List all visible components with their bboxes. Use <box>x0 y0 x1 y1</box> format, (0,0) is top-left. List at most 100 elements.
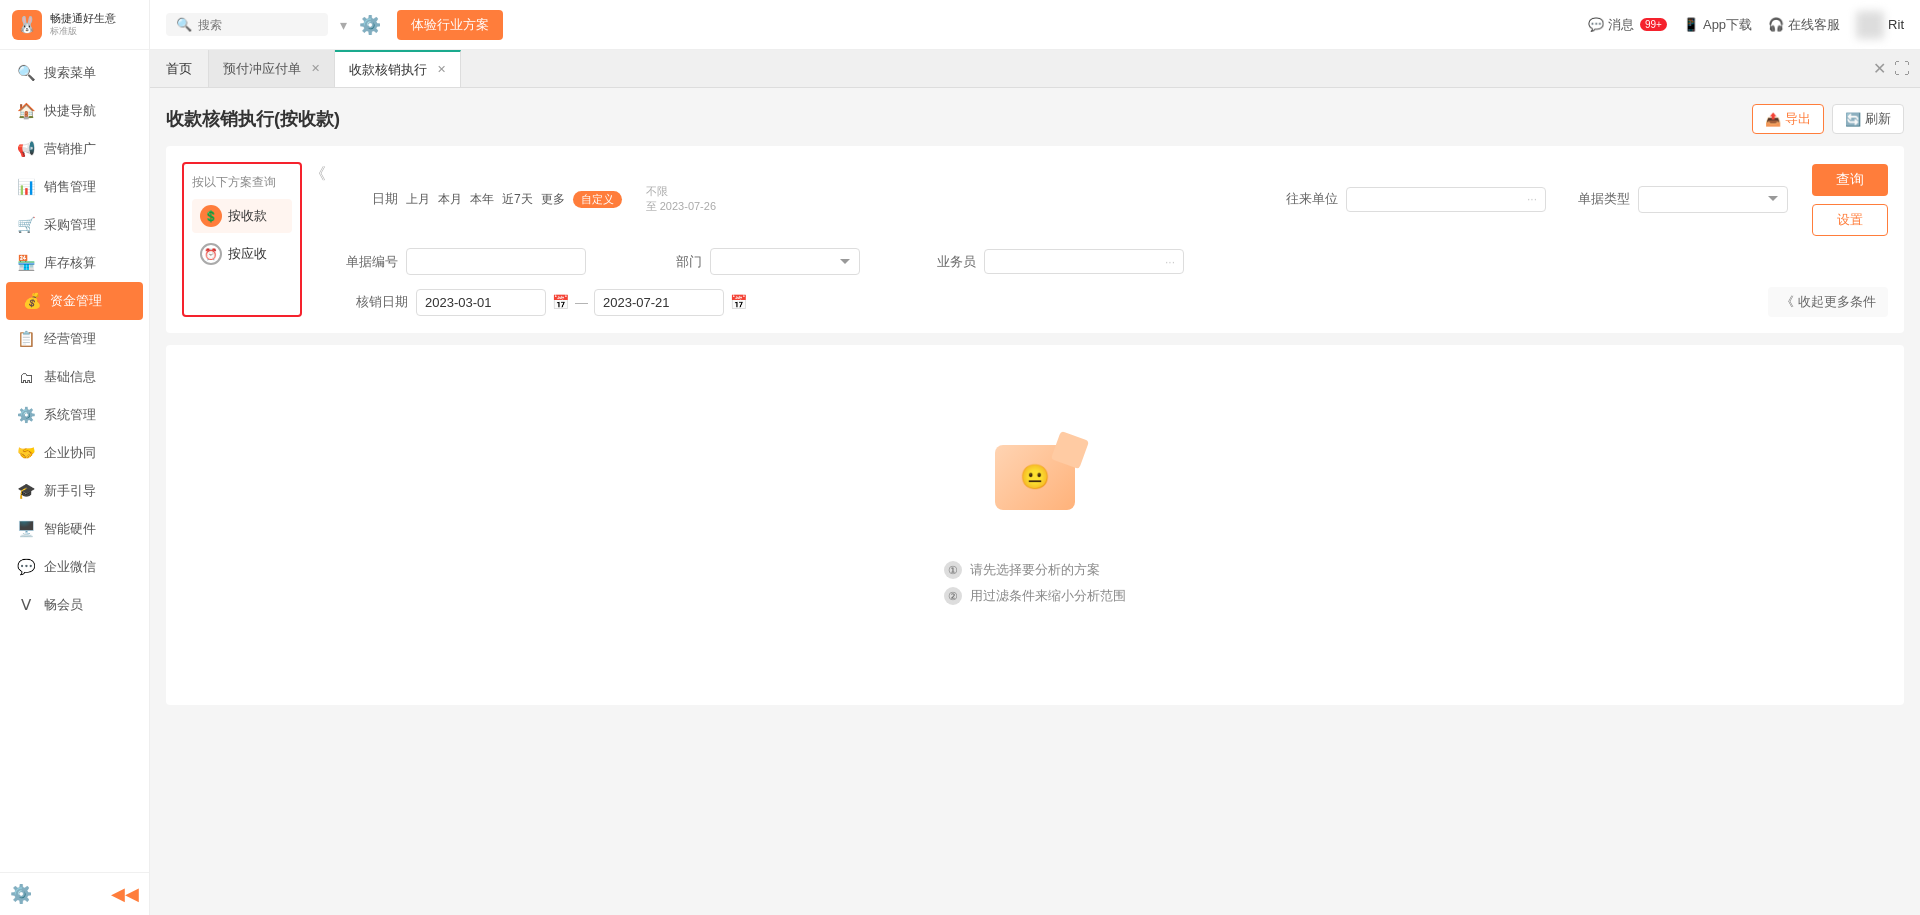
setting-btn[interactable]: 设置 <box>1812 204 1888 236</box>
search-input[interactable] <box>198 18 318 32</box>
sidebar-item-wechat[interactable]: 💬 企业微信 <box>0 548 149 586</box>
refresh-icon: 🔄 <box>1845 112 1861 127</box>
inventory-icon: 🏪 <box>16 254 36 272</box>
info-icon: 🗂 <box>16 369 36 386</box>
collapse-more-btn[interactable]: 《 收起更多条件 <box>1768 287 1888 317</box>
right-filters: 往来单位 ··· 单据类型 <box>1278 162 1888 236</box>
sidebar-item-label: 快捷导航 <box>44 102 96 120</box>
sidebar-item-newbie[interactable]: 🎓 新手引导 <box>0 472 149 510</box>
doctype-select[interactable] <box>1638 186 1788 213</box>
tab-receivable-close[interactable]: ✕ <box>437 63 446 76</box>
avatar <box>1856 11 1884 39</box>
empty-hint-2: ② 用过滤条件来缩小分析范围 <box>944 587 1126 605</box>
sidebar-item-label: 库存核算 <box>44 254 96 272</box>
expand-tab-icon[interactable]: ⛶ <box>1894 60 1910 78</box>
app-download-btn[interactable]: 📱 App下载 <box>1683 16 1752 34</box>
app-download-label: App下载 <box>1703 16 1752 34</box>
member-icon: Ⅴ <box>16 596 36 614</box>
sidebar-item-cooperation[interactable]: 🤝 企业协同 <box>0 434 149 472</box>
logo-area: 🐰 畅捷通好生意 标准版 <box>0 0 149 50</box>
collapse-filter-btn[interactable]: 《 <box>310 162 330 317</box>
username: Rit <box>1888 17 1904 32</box>
verify-date-start[interactable] <box>416 289 546 316</box>
query-btn[interactable]: 查询 <box>1812 164 1888 196</box>
calendar-start-icon[interactable]: 📅 <box>552 294 569 310</box>
online-service-btn[interactable]: 🎧 在线客服 <box>1768 16 1840 34</box>
export-label: 导出 <box>1785 110 1811 128</box>
filter-sidebar: 按以下方案查询 💲 按收款 ⏰ 按应收 <box>182 162 302 317</box>
filter-by-receivable[interactable]: ⏰ 按应收 <box>192 237 292 271</box>
app-name: 畅捷通好生意 <box>50 11 116 25</box>
date-this-year[interactable]: 本年 <box>470 191 494 208</box>
tab-receivable[interactable]: 收款核销执行 ✕ <box>335 50 461 87</box>
export-btn[interactable]: 📤 导出 <box>1752 104 1824 134</box>
empty-hints: ① 请先选择要分析的方案 ② 用过滤条件来缩小分析范围 <box>944 561 1126 605</box>
dept-select[interactable] <box>710 248 860 275</box>
sidebar-bottom: ⚙️ ◀◀ <box>0 872 149 915</box>
staff-filter-group: 业务员 ··· <box>916 249 1184 274</box>
sidebar-item-member[interactable]: Ⅴ 畅会员 <box>0 586 149 624</box>
close-tab-icon[interactable]: ✕ <box>1873 59 1886 78</box>
empty-state: 😐 ① 请先选择要分析的方案 ② 用过滤条件来缩小分析范围 <box>166 385 1904 665</box>
verify-date-end[interactable] <box>594 289 724 316</box>
date-more[interactable]: 更多 <box>541 191 565 208</box>
doctype-filter-group: 单据类型 <box>1570 186 1788 213</box>
refresh-btn[interactable]: 🔄 刷新 <box>1832 104 1904 134</box>
filter-by-receipt[interactable]: 💲 按收款 <box>192 199 292 233</box>
filter-row-1: 日期 上月 本月 本年 近7天 更多 自定义 不限 至 2023-07-26 <box>338 162 1888 236</box>
gear-icon[interactable]: ⚙️ <box>359 14 381 36</box>
message-btn[interactable]: 💬 消息 99+ <box>1588 16 1667 34</box>
industry-btn[interactable]: 体验行业方案 <box>397 10 503 40</box>
sidebar-item-purchase[interactable]: 🛒 采购管理 <box>0 206 149 244</box>
calendar-end-icon[interactable]: 📅 <box>730 294 747 310</box>
message-badge: 99+ <box>1640 18 1667 31</box>
sidebar-item-system[interactable]: ⚙️ 系统管理 <box>0 396 149 434</box>
docno-input[interactable] <box>406 248 586 275</box>
verify-date-group: 核销日期 📅 — 📅 <box>338 289 747 316</box>
sidebar-item-inventory[interactable]: 🏪 库存核算 <box>0 244 149 282</box>
staff-label: 业务员 <box>916 253 976 271</box>
filter-panel: 按以下方案查询 💲 按收款 ⏰ 按应收 《 日期 <box>166 146 1904 333</box>
date-range-text: 不限 至 2023-07-26 <box>646 184 716 214</box>
filter-sidebar-title: 按以下方案查询 <box>192 174 292 191</box>
sidebar-item-funds[interactable]: 💰 资金管理 <box>6 282 143 320</box>
dept-label: 部门 <box>642 253 702 271</box>
hint-num-2: ② <box>944 587 962 605</box>
collapse-more-label: 收起更多条件 <box>1798 293 1876 311</box>
topbar-search-box[interactable]: 🔍 <box>166 13 328 36</box>
date-this-month[interactable]: 本月 <box>438 191 462 208</box>
collapse-sidebar-icon[interactable]: ◀◀ <box>111 883 139 905</box>
user-menu[interactable]: Rit <box>1856 11 1904 39</box>
sidebar-item-sales[interactable]: 📊 销售管理 <box>0 168 149 206</box>
box-face: 😐 <box>1020 463 1050 491</box>
hint-text-1: 请先选择要分析的方案 <box>970 561 1100 579</box>
partner-input-wrapper[interactable]: ··· <box>1346 187 1546 212</box>
date-custom-badge[interactable]: 自定义 <box>573 191 622 208</box>
funds-icon: 💰 <box>22 292 42 310</box>
sidebar-item-label: 畅会员 <box>44 596 83 614</box>
dropdown-icon[interactable]: ▾ <box>340 17 347 33</box>
sidebar-item-label: 采购管理 <box>44 216 96 234</box>
date-7days[interactable]: 近7天 <box>502 191 533 208</box>
ops-icon: 📋 <box>16 330 36 348</box>
sidebar-item-quicknav[interactable]: 🏠 快捷导航 <box>0 92 149 130</box>
filter-main: 日期 上月 本月 本年 近7天 更多 自定义 不限 至 2023-07-26 <box>338 162 1888 317</box>
tab-prepay-close[interactable]: ✕ <box>311 62 320 75</box>
date-last-month[interactable]: 上月 <box>406 191 430 208</box>
sidebar-item-marketing[interactable]: 📢 营销推广 <box>0 130 149 168</box>
tab-prepay[interactable]: 预付冲应付单 ✕ <box>209 50 335 87</box>
coop-icon: 🤝 <box>16 444 36 462</box>
filter-receipt-label: 按收款 <box>228 207 267 225</box>
tab-home[interactable]: 首页 <box>150 50 209 87</box>
sidebar-item-search[interactable]: 🔍 搜索菜单 <box>0 54 149 92</box>
sidebar-item-hardware[interactable]: 🖥️ 智能硬件 <box>0 510 149 548</box>
sidebar: 🐰 畅捷通好生意 标准版 🔍 搜索菜单 🏠 快捷导航 📢 营销推广 📊 销售管理… <box>0 0 150 915</box>
sidebar-item-label: 系统管理 <box>44 406 96 424</box>
sidebar-item-basic-info[interactable]: 🗂 基础信息 <box>0 358 149 396</box>
settings-icon[interactable]: ⚙️ <box>10 883 32 905</box>
message-label: 消息 <box>1608 16 1634 34</box>
staff-input-wrapper[interactable]: ··· <box>984 249 1184 274</box>
partner-value <box>1355 192 1527 207</box>
dept-filter-group: 部门 <box>642 248 860 275</box>
sidebar-item-operations[interactable]: 📋 经营管理 <box>0 320 149 358</box>
